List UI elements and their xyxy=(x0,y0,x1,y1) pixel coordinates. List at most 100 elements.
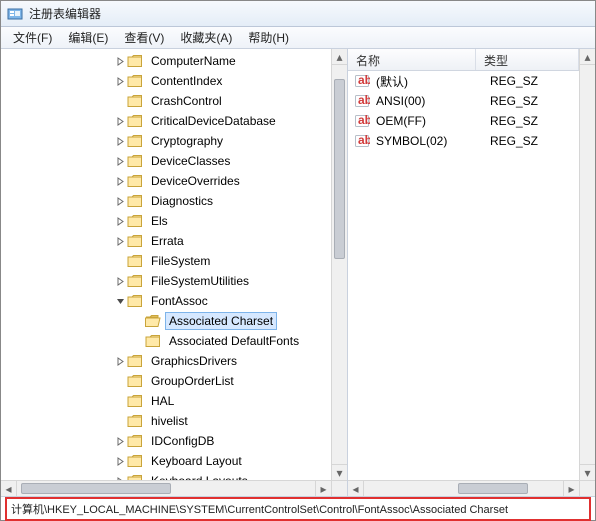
tree-item[interactable]: DeviceClasses xyxy=(1,151,331,171)
scroll-left-icon[interactable]: ◂ xyxy=(1,481,17,496)
expander-icon[interactable] xyxy=(113,54,127,68)
tree-item-label: Errata xyxy=(147,232,188,250)
tree-item[interactable]: IDConfigDB xyxy=(1,431,331,451)
menu-favorites[interactable]: 收藏夹(A) xyxy=(172,27,240,48)
expander-icon[interactable] xyxy=(113,114,127,128)
expander-icon[interactable] xyxy=(113,234,127,248)
scroll-right-icon[interactable]: ▸ xyxy=(563,481,579,496)
value-name: ANSI(00) xyxy=(376,94,490,108)
scroll-down-icon[interactable]: ▾ xyxy=(580,464,595,480)
list-row[interactable]: abANSI(00)REG_SZ xyxy=(348,91,579,111)
expander-icon[interactable] xyxy=(113,214,127,228)
expander-icon[interactable] xyxy=(113,194,127,208)
tree-item[interactable]: ContentIndex xyxy=(1,71,331,91)
menu-bar: 文件(F) 编辑(E) 查看(V) 收藏夹(A) 帮助(H) xyxy=(1,27,595,49)
tree-horizontal-scrollbar[interactable]: ◂ ▸ xyxy=(1,480,331,496)
scroll-up-icon[interactable]: ▴ xyxy=(580,49,595,65)
folder-icon xyxy=(127,174,143,188)
folder-icon xyxy=(127,74,143,88)
expander-icon xyxy=(113,374,127,388)
values-pane: 名称 类型 ab(默认)REG_SZabANSI(00)REG_SZab OEM(… xyxy=(348,49,595,496)
column-header-name[interactable]: 名称 xyxy=(348,49,476,70)
tree-item[interactable]: Associated Charset xyxy=(1,311,331,331)
tree-item[interactable]: Keyboard Layout xyxy=(1,451,331,471)
menu-edit[interactable]: 编辑(E) xyxy=(60,27,116,48)
status-bar: 计算机\HKEY_LOCAL_MACHINE\SYSTEM\CurrentCon… xyxy=(1,496,595,520)
expander-icon[interactable] xyxy=(113,134,127,148)
tree-item-label: ContentIndex xyxy=(147,72,226,90)
tree-item-label: Cryptography xyxy=(147,132,227,150)
title-bar: 注册表编辑器 xyxy=(1,1,595,27)
expander-icon[interactable] xyxy=(113,294,127,308)
expander-icon[interactable] xyxy=(113,74,127,88)
folder-icon xyxy=(127,274,143,288)
expander-icon[interactable] xyxy=(113,354,127,368)
expander-icon[interactable] xyxy=(113,274,127,288)
value-type: REG_SZ xyxy=(490,94,579,108)
scroll-thumb[interactable] xyxy=(21,483,171,494)
value-type: REG_SZ xyxy=(490,114,579,128)
tree-item[interactable]: ComputerName xyxy=(1,51,331,71)
folder-icon xyxy=(127,234,143,248)
folder-icon xyxy=(145,314,161,328)
scroll-thumb[interactable] xyxy=(458,483,528,494)
expander-icon[interactable] xyxy=(113,174,127,188)
list-vertical-scrollbar[interactable]: ▴ ▾ xyxy=(579,49,595,480)
list-horizontal-scrollbar[interactable]: ◂ ▸ xyxy=(348,480,579,496)
expander-icon[interactable] xyxy=(113,434,127,448)
tree-item[interactable]: GroupOrderList xyxy=(1,371,331,391)
folder-icon xyxy=(127,134,143,148)
menu-view[interactable]: 查看(V) xyxy=(116,27,172,48)
scroll-thumb[interactable] xyxy=(334,79,345,259)
tree-item[interactable]: FileSystemUtilities xyxy=(1,271,331,291)
svg-text:ab: ab xyxy=(358,113,370,127)
tree-item[interactable]: Errata xyxy=(1,231,331,251)
tree-item[interactable]: Associated DefaultFonts xyxy=(1,331,331,351)
expander-icon xyxy=(113,414,127,428)
tree-item[interactable]: CrashControl xyxy=(1,91,331,111)
scroll-corner xyxy=(331,480,347,496)
folder-icon xyxy=(127,114,143,128)
value-type: REG_SZ xyxy=(490,74,579,88)
tree-item[interactable]: HAL xyxy=(1,391,331,411)
scroll-up-icon[interactable]: ▴ xyxy=(332,49,347,65)
list-row[interactable]: abSYMBOL(02)REG_SZ xyxy=(348,131,579,151)
tree-item[interactable]: Els xyxy=(1,211,331,231)
tree-item[interactable]: CriticalDeviceDatabase xyxy=(1,111,331,131)
folder-icon xyxy=(127,374,143,388)
tree-item-label: ComputerName xyxy=(147,52,240,70)
tree-item[interactable]: Keyboard Layouts xyxy=(1,471,331,480)
work-area: ComputerName ContentIndexCrashControlCrit… xyxy=(1,49,595,496)
folder-icon xyxy=(127,294,143,308)
scroll-right-icon[interactable]: ▸ xyxy=(315,481,331,496)
value-name: OEM(FF) xyxy=(376,114,490,128)
expander-icon[interactable] xyxy=(113,454,127,468)
tree-item-label: GraphicsDrivers xyxy=(147,352,241,370)
scroll-down-icon[interactable]: ▾ xyxy=(332,464,347,480)
regedit-icon xyxy=(7,6,23,22)
registry-tree[interactable]: ComputerName ContentIndexCrashControlCrit… xyxy=(1,49,331,480)
list-row[interactable]: ab OEM(FF)REG_SZ xyxy=(348,111,579,131)
tree-item-label: GroupOrderList xyxy=(147,372,238,390)
folder-icon xyxy=(127,414,143,428)
tree-item[interactable]: FileSystem xyxy=(1,251,331,271)
scroll-left-icon[interactable]: ◂ xyxy=(348,481,364,496)
tree-vertical-scrollbar[interactable]: ▴ ▾ xyxy=(331,49,347,480)
list-row[interactable]: ab(默认)REG_SZ xyxy=(348,71,579,91)
tree-item[interactable]: Cryptography xyxy=(1,131,331,151)
expander-icon xyxy=(131,314,145,328)
expander-icon[interactable] xyxy=(113,154,127,168)
tree-item[interactable]: hivelist xyxy=(1,411,331,431)
tree-item[interactable]: DeviceOverrides xyxy=(1,171,331,191)
column-header-type[interactable]: 类型 xyxy=(476,49,579,70)
menu-file[interactable]: 文件(F) xyxy=(5,27,60,48)
menu-help[interactable]: 帮助(H) xyxy=(240,27,297,48)
values-list[interactable]: ab(默认)REG_SZabANSI(00)REG_SZabOEM(FF)REG… xyxy=(348,71,579,151)
list-header: 名称 类型 xyxy=(348,49,579,71)
folder-icon xyxy=(127,354,143,368)
tree-item[interactable]: FontAssoc xyxy=(1,291,331,311)
tree-item-label: FontAssoc xyxy=(147,292,212,310)
tree-item[interactable]: GraphicsDrivers xyxy=(1,351,331,371)
tree-item-label: CriticalDeviceDatabase xyxy=(147,112,280,130)
tree-item[interactable]: Diagnostics xyxy=(1,191,331,211)
